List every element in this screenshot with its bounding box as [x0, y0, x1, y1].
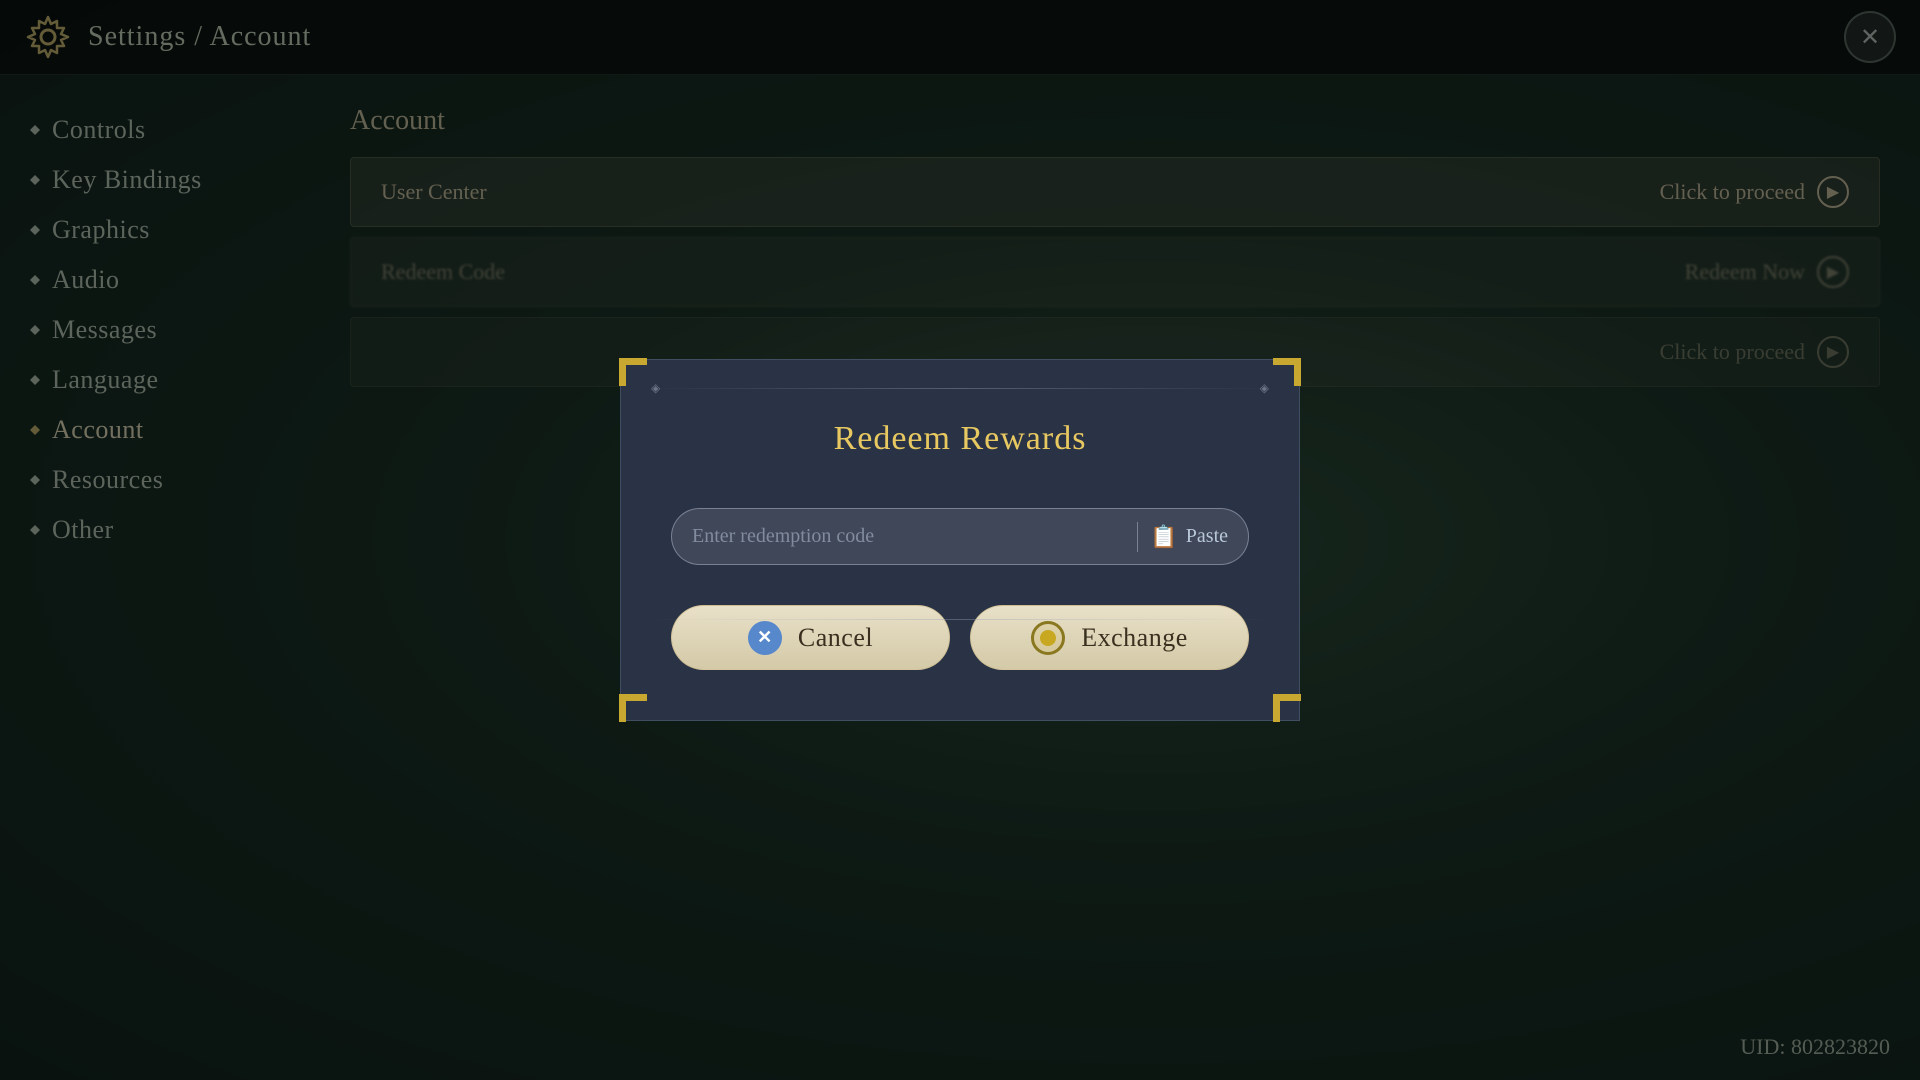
redeem-rewards-modal: Redeem Rewards 📋 Paste ✕ Cancel Exchange — [620, 359, 1300, 721]
modal-backdrop: Redeem Rewards 📋 Paste ✕ Cancel Exchange — [0, 0, 1920, 1080]
modal-buttons: ✕ Cancel Exchange — [671, 605, 1249, 670]
cancel-label: Cancel — [798, 623, 873, 653]
modal-title: Redeem Rewards — [671, 420, 1249, 458]
exchange-label: Exchange — [1081, 623, 1188, 653]
corner-decoration-br — [1273, 694, 1301, 722]
redemption-code-input[interactable] — [692, 513, 1125, 560]
exchange-icon-inner — [1040, 630, 1056, 646]
modal-top-line — [651, 388, 1269, 389]
redemption-code-input-wrapper[interactable]: 📋 Paste — [671, 508, 1249, 565]
paste-button[interactable]: 📋 Paste — [1150, 516, 1244, 558]
input-divider — [1137, 522, 1138, 552]
modal-bottom-line — [651, 619, 1269, 620]
cancel-icon: ✕ — [748, 621, 782, 655]
exchange-icon — [1031, 621, 1065, 655]
exchange-button[interactable]: Exchange — [970, 605, 1249, 670]
cancel-button[interactable]: ✕ Cancel — [671, 605, 950, 670]
corner-decoration-bl — [619, 694, 647, 722]
paste-label: Paste — [1186, 525, 1228, 548]
paste-icon: 📋 — [1150, 524, 1177, 550]
